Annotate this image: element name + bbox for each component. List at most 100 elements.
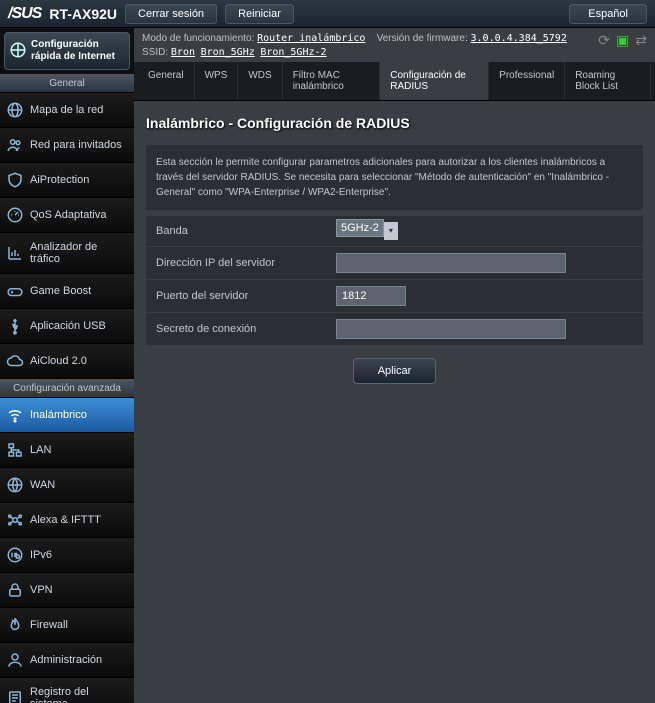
sidebar-item-label: Aplicación USB bbox=[30, 320, 106, 332]
sidebar-item-label: Analizador de tráfico bbox=[30, 241, 128, 265]
sidebar-item-label: Registro del sistema bbox=[30, 686, 128, 703]
band-select[interactable]: 5GHz-2 bbox=[336, 219, 384, 237]
server-ip-input[interactable] bbox=[336, 253, 566, 273]
sidebar-item-vpn[interactable]: VPN bbox=[0, 573, 134, 608]
sidebar-item-administraci-n[interactable]: Administración bbox=[0, 643, 134, 678]
sidebar-item-label: Alexa & IFTTT bbox=[30, 514, 101, 526]
row-server-ip: Dirección IP del servidor bbox=[146, 247, 643, 280]
fw-label: Versión de firmware: bbox=[377, 33, 468, 44]
shield-icon bbox=[6, 171, 24, 189]
gamepad-icon bbox=[6, 282, 24, 300]
ssid-value-2: Bron_5GHz bbox=[201, 47, 255, 58]
tabs: GeneralWPSWDSFiltro MAC inalámbricoConfi… bbox=[134, 62, 655, 101]
logout-button[interactable]: Cerrar sesión bbox=[125, 4, 217, 24]
ipv6-icon bbox=[6, 546, 24, 564]
server-ip-label: Dirección IP del servidor bbox=[146, 247, 326, 280]
fw-value[interactable]: 3.0.0.4.384_5792 bbox=[471, 33, 567, 44]
server-port-input[interactable] bbox=[336, 286, 406, 306]
globe-icon bbox=[6, 101, 24, 119]
sidebar-item-game-boost[interactable]: Game Boost bbox=[0, 274, 134, 309]
sidebar-item-registro-del-sistema[interactable]: Registro del sistema bbox=[0, 678, 134, 703]
log-icon bbox=[6, 689, 24, 703]
sidebar-item-label: VPN bbox=[30, 584, 53, 596]
admin-icon bbox=[6, 651, 24, 669]
mode-value[interactable]: Router inalámbrico bbox=[257, 33, 365, 44]
tab-general[interactable]: General bbox=[138, 62, 195, 100]
qis-icon bbox=[9, 41, 27, 61]
sidebar-header-advanced: Configuración avanzada bbox=[0, 379, 134, 398]
tab-wds[interactable]: WDS bbox=[238, 62, 282, 100]
sidebar-item-label: LAN bbox=[30, 444, 51, 456]
wifi-icon bbox=[6, 406, 24, 424]
sidebar-item-label: AiProtection bbox=[30, 174, 89, 186]
language-button[interactable]: Español bbox=[569, 4, 647, 24]
usb-icon bbox=[6, 317, 24, 335]
tab-filtro-mac-inal-mbrico[interactable]: Filtro MAC inalámbrico bbox=[283, 62, 381, 100]
lan-icon bbox=[6, 441, 24, 459]
vpn-icon bbox=[6, 581, 24, 599]
alexa-icon bbox=[6, 511, 24, 529]
status-icon-3[interactable]: ⇄ bbox=[635, 32, 647, 49]
form-table: Banda 5GHz-2▾ Dirección IP del servidor … bbox=[146, 216, 643, 346]
sidebar-item-aplicaci-n-usb[interactable]: Aplicación USB bbox=[0, 309, 134, 344]
status-icon-1[interactable]: ⟳ bbox=[598, 32, 610, 49]
sidebar-item-aiprotection[interactable]: AiProtection bbox=[0, 163, 134, 198]
sidebar-item-label: Inalámbrico bbox=[30, 409, 87, 421]
sidebar-item-label: QoS Adaptativa bbox=[30, 209, 106, 221]
sidebar-item-label: WAN bbox=[30, 479, 55, 491]
page-description: Esta sección le permite configurar param… bbox=[146, 145, 643, 210]
sidebar-item-wan[interactable]: WAN bbox=[0, 468, 134, 503]
sidebar-item-alexa-ifttt[interactable]: Alexa & IFTTT bbox=[0, 503, 134, 538]
band-label: Banda bbox=[146, 216, 326, 247]
wan-icon bbox=[6, 476, 24, 494]
top-bar: /SUS RT-AX92U Cerrar sesión Reiniciar Es… bbox=[0, 0, 655, 28]
main-content: Modo de funcionamiento: Router inalámbri… bbox=[134, 28, 655, 703]
server-port-label: Puerto del servidor bbox=[146, 280, 326, 313]
sidebar-item-aicloud-2-0[interactable]: AiCloud 2.0 bbox=[0, 344, 134, 379]
ssid-value-3: Bron_5GHz-2 bbox=[260, 47, 326, 58]
sidebar-item-label: IPv6 bbox=[30, 549, 52, 561]
ssid-value-1: Bron bbox=[171, 47, 195, 58]
tab-configuraci-n-de-radius[interactable]: Configuración de RADIUS bbox=[380, 62, 489, 100]
sidebar-header-general: General bbox=[0, 74, 134, 93]
tab-professional[interactable]: Professional bbox=[489, 62, 565, 100]
mode-label: Modo de funcionamiento: bbox=[142, 33, 254, 44]
sidebar-item-red-para-invitados[interactable]: Red para invitados bbox=[0, 128, 134, 163]
model-name: RT-AX92U bbox=[49, 6, 117, 22]
tab-wps[interactable]: WPS bbox=[195, 62, 239, 100]
row-connection-secret: Secreto de conexión bbox=[146, 313, 643, 346]
cloud-icon bbox=[6, 352, 24, 370]
reboot-button[interactable]: Reiniciar bbox=[225, 4, 294, 24]
sidebar-item-qos-adaptativa[interactable]: QoS Adaptativa bbox=[0, 198, 134, 233]
sidebar-item-label: Firewall bbox=[30, 619, 68, 631]
qis-label: Configuración rápida de Internet bbox=[31, 39, 125, 63]
sidebar-item-label: Mapa de la red bbox=[30, 104, 103, 116]
sidebar-item-mapa-de-la-red[interactable]: Mapa de la red bbox=[0, 93, 134, 128]
chart-icon bbox=[6, 244, 24, 262]
users-icon bbox=[6, 136, 24, 154]
sidebar-item-analizador-de-tr-fico[interactable]: Analizador de tráfico bbox=[0, 233, 134, 274]
connection-secret-input[interactable] bbox=[336, 319, 566, 339]
sidebar-item-label: Administración bbox=[30, 654, 102, 666]
sidebar-item-firewall[interactable]: Firewall bbox=[0, 608, 134, 643]
ssid-label: SSID: bbox=[142, 47, 168, 58]
brand-logo: /SUS bbox=[8, 5, 41, 23]
info-bar: Modo de funcionamiento: Router inalámbri… bbox=[134, 28, 655, 62]
sidebar-item-lan[interactable]: LAN bbox=[0, 433, 134, 468]
row-band: Banda 5GHz-2▾ bbox=[146, 216, 643, 247]
sidebar-item-inal-mbrico[interactable]: Inalámbrico bbox=[0, 398, 134, 433]
gauge-icon bbox=[6, 206, 24, 224]
row-server-port: Puerto del servidor bbox=[146, 280, 643, 313]
sidebar-item-label: Game Boost bbox=[30, 285, 91, 297]
tab-roaming-block-list[interactable]: Roaming Block List bbox=[565, 62, 651, 100]
apply-button[interactable]: Aplicar bbox=[353, 358, 437, 384]
quick-internet-setup[interactable]: Configuración rápida de Internet bbox=[4, 32, 130, 70]
status-icon-2[interactable]: ▣ bbox=[616, 32, 629, 49]
sidebar-item-label: AiCloud 2.0 bbox=[30, 355, 87, 367]
sidebar-item-ipv6[interactable]: IPv6 bbox=[0, 538, 134, 573]
sidebar: Configuración rápida de Internet General… bbox=[0, 28, 134, 703]
connection-secret-label: Secreto de conexión bbox=[146, 313, 326, 346]
sidebar-item-label: Red para invitados bbox=[30, 139, 122, 151]
page-title: Inalámbrico - Configuración de RADIUS bbox=[146, 115, 643, 131]
dropdown-arrow-icon[interactable]: ▾ bbox=[384, 222, 398, 240]
